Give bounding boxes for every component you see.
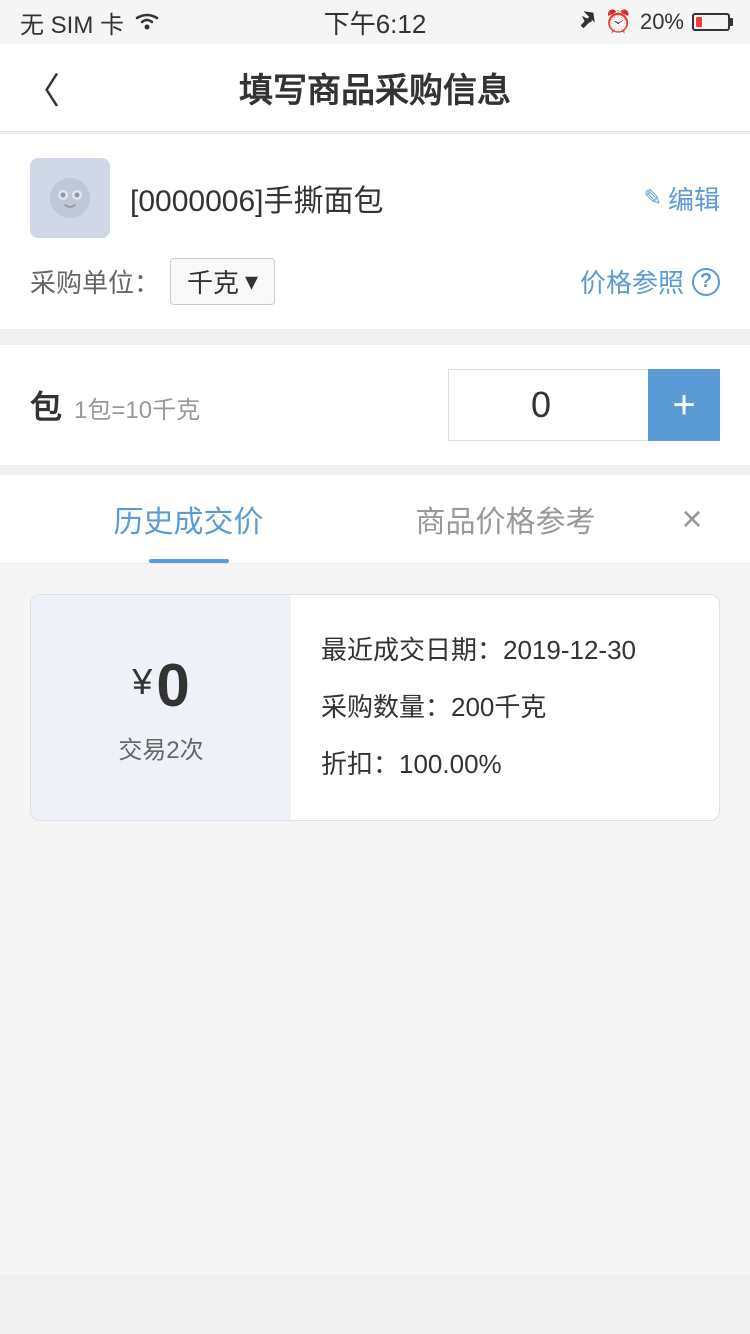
trade-count: 交易2次 — [118, 730, 203, 765]
tab-history-label: 历史成交价 — [114, 497, 264, 541]
unit-label-text: 采购单位： — [30, 263, 160, 300]
unit-select-button[interactable]: 千克 ▾ — [170, 258, 275, 305]
tab-reference-label: 商品价格参考 — [416, 497, 596, 541]
svg-text:➤: ➤ — [580, 13, 593, 30]
status-bar: 无 SIM 卡 下午6:12 ➤ ⏰ 20% — [0, 0, 750, 44]
section-divider-1 — [0, 329, 750, 345]
quantity-unit: 包 — [30, 382, 62, 428]
price-display: ¥ 0 — [132, 651, 189, 720]
price-summary-panel: ¥ 0 交易2次 — [31, 595, 291, 820]
back-button[interactable]: 〈 — [24, 62, 60, 114]
product-unit-row: 采购单位： 千克 ▾ 价格参照 ? — [30, 258, 720, 305]
status-left: 无 SIM 卡 — [20, 5, 162, 40]
quantity-label-group: 包 1包=10千克 — [30, 382, 200, 428]
history-data-section: ¥ 0 交易2次 最近成交日期：2019-12-30 采购数量：200千克 折扣… — [0, 564, 750, 851]
price-symbol: ¥ — [132, 661, 152, 703]
dropdown-icon: ▾ — [245, 266, 258, 297]
edit-button[interactable]: ✎ 编辑 — [644, 180, 720, 217]
edit-label: 编辑 — [668, 180, 720, 217]
quantity-input[interactable] — [448, 369, 648, 441]
quantity-input-group: + — [448, 369, 720, 441]
quantity-conversion: 1包=10千克 — [74, 390, 200, 425]
edit-icon: ✎ — [644, 185, 662, 211]
status-right: ➤ ⏰ 20% — [577, 8, 730, 36]
status-time: 下午6:12 — [324, 4, 427, 41]
main-content: 历史成交价 商品价格参考 × ¥ 0 交易2次 最近成交日期：2019-12-3… — [0, 475, 750, 1275]
quantity-plus-button[interactable]: + — [648, 369, 720, 441]
recent-date-row: 最近成交日期：2019-12-30 — [321, 631, 689, 670]
tab-bar: 历史成交价 商品价格参考 × — [0, 475, 750, 564]
tab-product-reference[interactable]: 商品价格参考 — [347, 475, 664, 563]
wifi-icon — [132, 8, 162, 37]
product-card: [0000006]手撕面包 ✎ 编辑 采购单位： 千克 ▾ 价格参照 ? — [0, 134, 750, 329]
close-icon: × — [681, 498, 702, 540]
discount-row: 折扣：100.00% — [321, 745, 689, 784]
price-detail-panel: 最近成交日期：2019-12-30 采购数量：200千克 折扣：100.00% — [291, 595, 719, 820]
tab-history-price[interactable]: 历史成交价 — [30, 475, 347, 563]
history-data-card: ¥ 0 交易2次 最近成交日期：2019-12-30 采购数量：200千克 折扣… — [30, 594, 720, 821]
price-ref-label: 价格参照 — [580, 263, 684, 300]
battery-icon — [692, 13, 730, 31]
battery-percent: 20% — [640, 9, 684, 35]
page-title: 填写商品采购信息 — [239, 63, 511, 112]
carrier-text: 无 SIM 卡 — [20, 5, 124, 40]
product-top: [0000006]手撕面包 ✎ 编辑 — [30, 158, 720, 238]
product-name: [0000006]手撕面包 — [130, 176, 383, 220]
nav-bar: 〈 填写商品采购信息 — [0, 44, 750, 132]
product-left: [0000006]手撕面包 — [30, 158, 383, 238]
unit-value: 千克 — [187, 263, 239, 300]
price-value: 0 — [156, 651, 189, 720]
section-divider-2 — [0, 465, 750, 475]
alarm-icon: ⏰ — [605, 9, 632, 35]
unit-label-group: 采购单位： 千克 ▾ — [30, 258, 275, 305]
location-icon: ➤ — [577, 8, 597, 36]
purchase-qty-row: 采购数量：200千克 — [321, 688, 689, 727]
tab-close-button[interactable]: × — [664, 491, 720, 547]
help-icon: ? — [692, 268, 720, 296]
quantity-row: 包 1包=10千克 + — [0, 345, 750, 465]
price-reference-button[interactable]: 价格参照 ? — [580, 263, 720, 300]
product-thumbnail — [30, 158, 110, 238]
